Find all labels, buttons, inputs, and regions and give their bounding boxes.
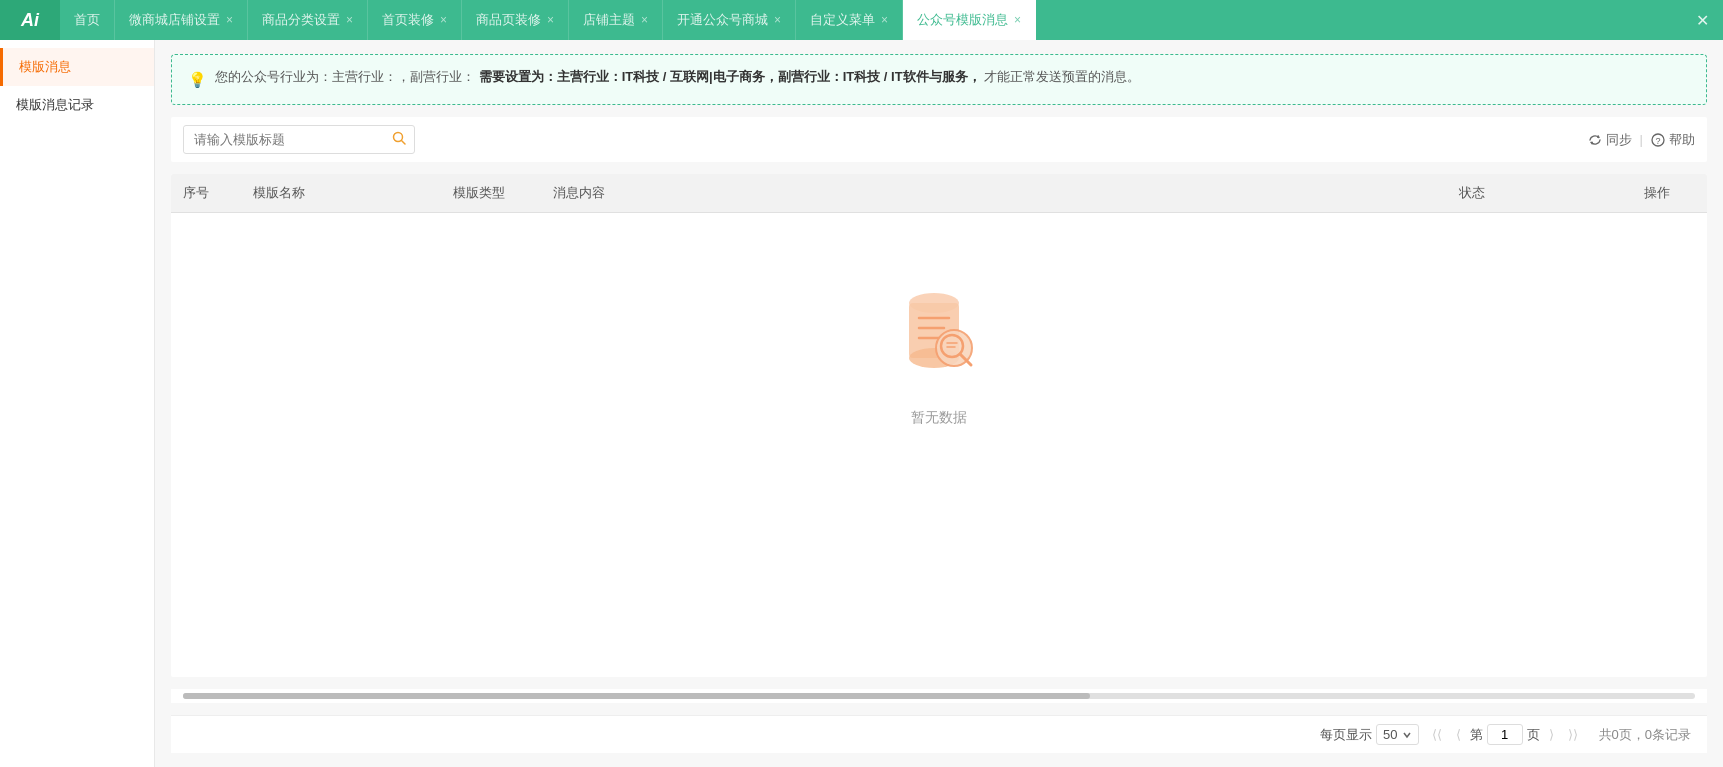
th-name: 模版名称	[241, 174, 441, 212]
help-button[interactable]: ? 帮助	[1651, 131, 1695, 149]
tab-open-mall-label: 开通公众号商城	[677, 11, 768, 29]
prev-page-button[interactable]: ⟨	[1451, 725, 1466, 744]
sync-icon	[1588, 133, 1602, 147]
tab-store-theme-close[interactable]: ×	[641, 13, 648, 27]
sidebar: 模版消息 模版消息记录	[0, 40, 155, 767]
main-layout: 模版消息 模版消息记录 💡 您的公众号行业为：主营行业：，副营行业： 需要设置为…	[0, 40, 1723, 767]
close-all-button[interactable]: ✕	[1682, 11, 1723, 30]
toolbar-right: 同步 | ? 帮助	[1588, 131, 1695, 149]
search-button[interactable]	[384, 126, 414, 153]
tab-store-settings-close[interactable]: ×	[226, 13, 233, 27]
tab-store-theme-label: 店铺主题	[583, 11, 635, 29]
page-label-prefix: 第	[1470, 726, 1483, 744]
empty-illustration	[879, 273, 999, 393]
sync-button[interactable]: 同步	[1588, 131, 1632, 149]
toolbar-divider: |	[1640, 132, 1643, 147]
th-content: 消息内容	[541, 174, 1447, 212]
svg-text:?: ?	[1655, 136, 1660, 146]
th-action: 操作	[1607, 174, 1707, 212]
tab-template-msg-label: 公众号模版消息	[917, 11, 1008, 29]
tab-custom-menu-label: 自定义菜单	[810, 11, 875, 29]
toolbar: 同步 | ? 帮助	[171, 117, 1707, 162]
first-page-button[interactable]: ⟨⟨	[1427, 725, 1447, 744]
page-size-label: 每页显示	[1320, 726, 1372, 744]
tab-home[interactable]: 首页	[60, 0, 115, 40]
th-type: 模版类型	[441, 174, 541, 212]
empty-text: 暂无数据	[911, 409, 967, 427]
total-info: 共0页，0条记录	[1599, 726, 1691, 744]
tab-open-mall-close[interactable]: ×	[774, 13, 781, 27]
help-label: 帮助	[1669, 131, 1695, 149]
sidebar-item-template-msg-label: 模版消息	[19, 59, 71, 74]
page-size-select: 每页显示 50	[1320, 724, 1418, 745]
tab-store-settings[interactable]: 微商城店铺设置 ×	[115, 0, 248, 40]
search-box	[183, 125, 415, 154]
next-page-button[interactable]: ⟩	[1544, 725, 1559, 744]
tab-home-decor[interactable]: 首页装修 ×	[368, 0, 462, 40]
tab-custom-menu-close[interactable]: ×	[881, 13, 888, 27]
th-status: 状态	[1447, 174, 1607, 212]
notice-banner: 💡 您的公众号行业为：主营行业：，副营行业： 需要设置为：主营行业：IT科技 /…	[171, 54, 1707, 105]
sync-label: 同步	[1606, 131, 1632, 149]
tab-product-decor-label: 商品页装修	[476, 11, 541, 29]
notice-text: 您的公众号行业为：主营行业：，副营行业： 需要设置为：主营行业：IT科技 / 互…	[215, 67, 1140, 88]
sidebar-item-template-msg-record[interactable]: 模版消息记录	[0, 86, 154, 124]
page-label-suffix: 页	[1527, 726, 1540, 744]
svg-line-1	[402, 141, 406, 145]
top-nav: Ai 首页 微商城店铺设置 × 商品分类设置 × 首页装修 × 商品页装修 × …	[0, 0, 1723, 40]
th-seq: 序号	[171, 174, 241, 212]
tab-category-settings-label: 商品分类设置	[262, 11, 340, 29]
tab-open-mall[interactable]: 开通公众号商城 ×	[663, 0, 796, 40]
tab-store-settings-label: 微商城店铺设置	[129, 11, 220, 29]
tab-template-msg-close[interactable]: ×	[1014, 13, 1021, 27]
table-wrapper: 序号 模版名称 模版类型 消息内容 状态 操作	[171, 174, 1707, 677]
tab-home-label: 首页	[74, 11, 100, 29]
search-icon	[392, 131, 406, 145]
help-icon: ?	[1651, 133, 1665, 147]
page-size-dropdown[interactable]: 50	[1376, 724, 1418, 745]
scrollbar-area[interactable]	[171, 689, 1707, 703]
sidebar-item-template-msg[interactable]: 模版消息	[0, 48, 154, 86]
content-area: 💡 您的公众号行业为：主营行业：，副营行业： 需要设置为：主营行业：IT科技 /…	[155, 40, 1723, 767]
tab-home-decor-label: 首页装修	[382, 11, 434, 29]
scrollbar-track	[183, 693, 1695, 699]
scrollbar-thumb[interactable]	[183, 693, 1090, 699]
empty-state: 暂无数据	[171, 213, 1707, 467]
tab-product-decor[interactable]: 商品页装修 ×	[462, 0, 569, 40]
tab-template-msg[interactable]: 公众号模版消息 ×	[903, 0, 1036, 40]
pagination-bar: 每页显示 50 ⟨⟨ ⟨ 第 页 ⟩ ⟩⟩ 共0页，0条记录	[171, 715, 1707, 753]
search-input[interactable]	[184, 127, 384, 152]
chevron-down-icon	[1402, 730, 1412, 740]
sidebar-item-template-msg-record-label: 模版消息记录	[16, 97, 94, 112]
tab-store-theme[interactable]: 店铺主题 ×	[569, 0, 663, 40]
page-number-input[interactable]	[1487, 724, 1523, 745]
tab-custom-menu[interactable]: 自定义菜单 ×	[796, 0, 903, 40]
tab-home-decor-close[interactable]: ×	[440, 13, 447, 27]
nav-logo: Ai	[0, 0, 60, 40]
tab-category-settings-close[interactable]: ×	[346, 13, 353, 27]
tab-product-decor-close[interactable]: ×	[547, 13, 554, 27]
table-header: 序号 模版名称 模版类型 消息内容 状态 操作	[171, 174, 1707, 213]
tab-category-settings[interactable]: 商品分类设置 ×	[248, 0, 368, 40]
page-size-value: 50	[1383, 727, 1397, 742]
notice-highlight: 需要设置为：主营行业：IT科技 / 互联网|电子商务，副营行业：IT科技 / I…	[479, 69, 981, 84]
notice-prefix: 您的公众号行业为：主营行业：，副营行业：	[215, 69, 475, 84]
page-nav: ⟨⟨ ⟨ 第 页 ⟩ ⟩⟩	[1427, 724, 1583, 745]
last-page-button[interactable]: ⟩⟩	[1563, 725, 1583, 744]
notice-suffix: 才能正常发送预置的消息。	[984, 69, 1140, 84]
notice-icon: 💡	[188, 68, 207, 92]
